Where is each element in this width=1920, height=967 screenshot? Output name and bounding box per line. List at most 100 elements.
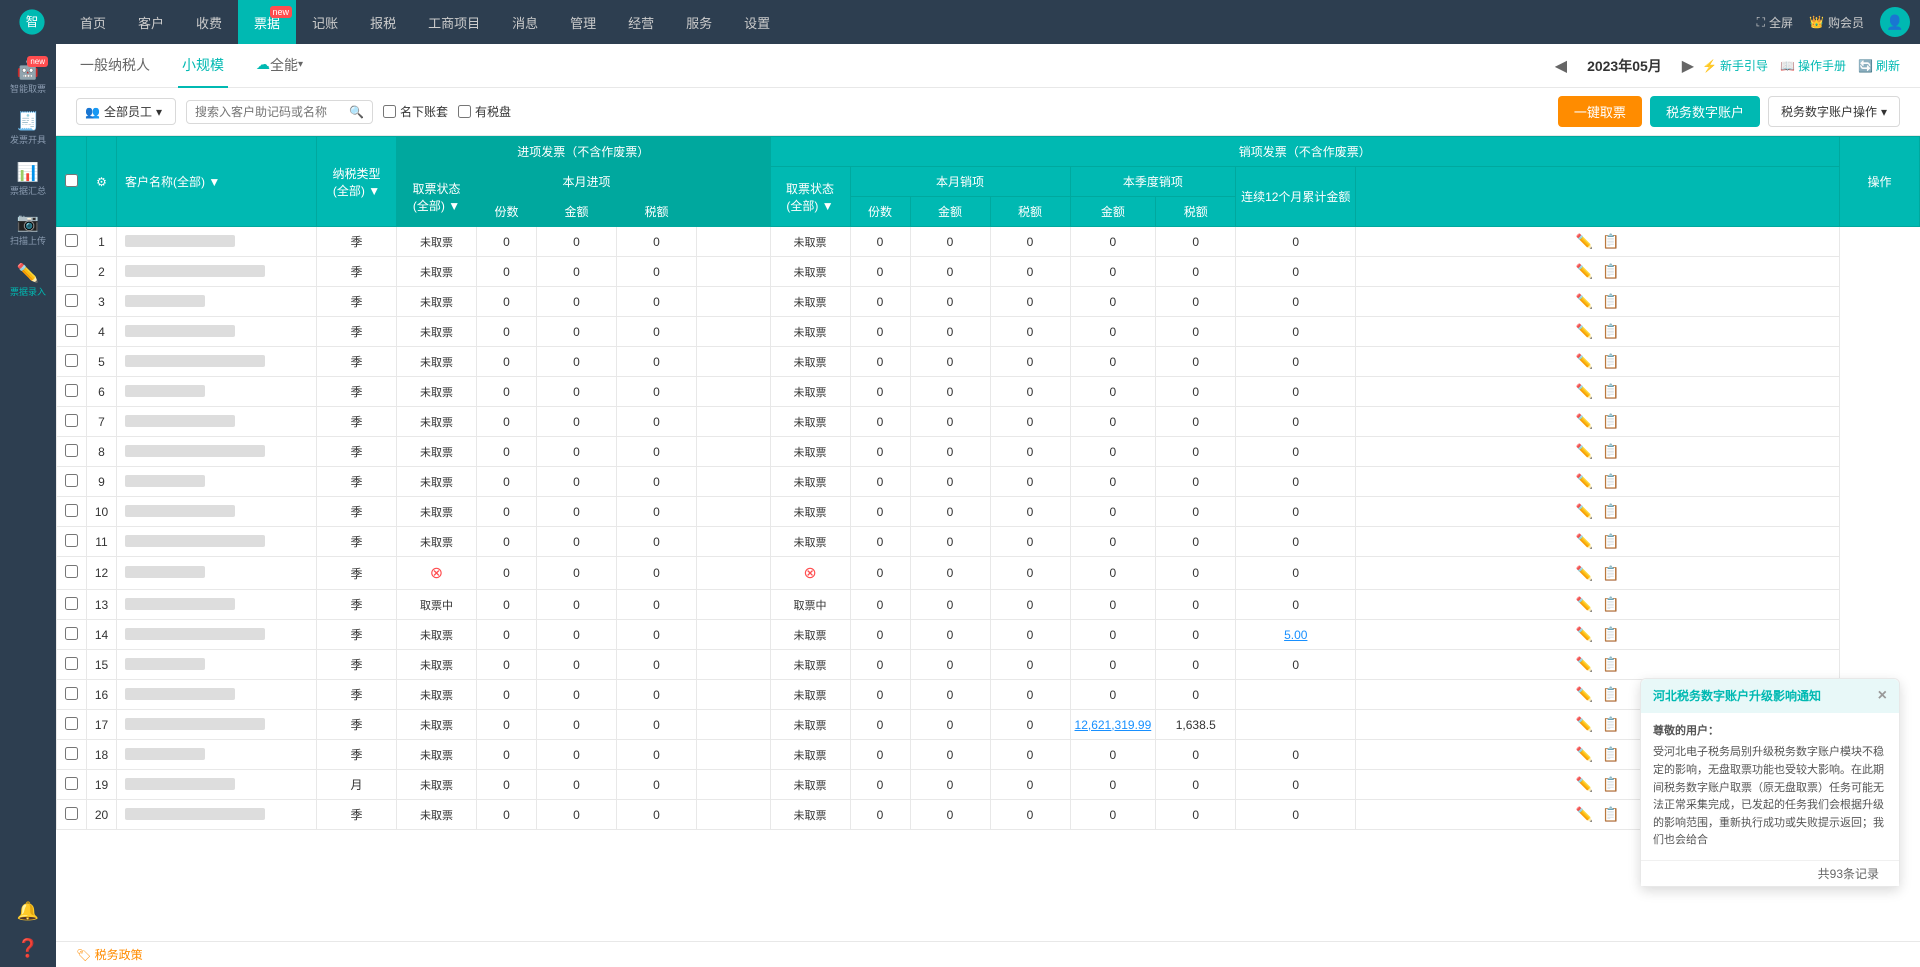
copy-icon[interactable]: 📋	[1599, 443, 1622, 459]
copy-icon[interactable]: 📋	[1599, 656, 1622, 672]
copy-icon[interactable]: 📋	[1599, 473, 1622, 489]
edit-icon[interactable]: ✏️	[1573, 626, 1596, 642]
edit-icon[interactable]: ✏️	[1573, 656, 1596, 672]
row-checkbox[interactable]	[65, 384, 78, 397]
employee-select[interactable]: 👥 全部员工 ▾	[76, 98, 176, 125]
select-all-checkbox[interactable]	[65, 174, 78, 187]
row-checkbox[interactable]	[65, 627, 78, 640]
copy-icon[interactable]: 📋	[1599, 383, 1622, 399]
tax-disk-checkbox[interactable]	[458, 105, 471, 118]
tab-small-scale[interactable]: 小规模	[178, 44, 228, 88]
copy-icon[interactable]: 📋	[1599, 716, 1622, 732]
col-out-status-header[interactable]: 取票状态(全部) ▼	[770, 167, 850, 227]
nav-invoice[interactable]: 票据new	[238, 0, 296, 44]
season-amount-link[interactable]: 12,621,319.99	[1075, 718, 1152, 732]
under-account-checkbox[interactable]	[383, 105, 396, 118]
row-checkbox[interactable]	[65, 657, 78, 670]
copy-icon[interactable]: 📋	[1599, 626, 1622, 642]
row-checkbox[interactable]	[65, 777, 78, 790]
copy-icon[interactable]: 📋	[1599, 533, 1622, 549]
sidebar-item-open-invoice[interactable]: 🧾 发票开具	[0, 103, 56, 154]
one-click-fetch-btn[interactable]: 一键取票	[1558, 96, 1642, 127]
tab-general-taxpayer[interactable]: 一般纳税人	[76, 44, 154, 88]
tax-digital-account-btn[interactable]: 税务数字账户	[1650, 96, 1760, 127]
row-checkbox[interactable]	[65, 294, 78, 307]
row-checkbox[interactable]	[65, 324, 78, 337]
year-amount-link[interactable]: 5.00	[1284, 628, 1307, 642]
sidebar-item-bottom1[interactable]: 🔔	[0, 893, 56, 930]
manual-btn[interactable]: 📖 操作手册	[1780, 57, 1846, 74]
nav-message[interactable]: 消息	[496, 0, 554, 44]
fullscreen-btn[interactable]: ⛶ 全屏	[1757, 14, 1793, 31]
copy-icon[interactable]: 📋	[1599, 776, 1622, 792]
nav-service[interactable]: 服务	[670, 0, 728, 44]
col-tax-type-header[interactable]: 纳税类型(全部) ▼	[317, 137, 397, 227]
nav-client[interactable]: 客户	[122, 0, 180, 44]
copy-icon[interactable]: 📋	[1599, 686, 1622, 702]
edit-icon[interactable]: ✏️	[1573, 473, 1596, 489]
sidebar-item-bottom2[interactable]: ❓	[0, 930, 56, 967]
edit-icon[interactable]: ✏️	[1573, 413, 1596, 429]
copy-icon[interactable]: 📋	[1599, 323, 1622, 339]
nav-home[interactable]: 首页	[64, 0, 122, 44]
new-guide-btn[interactable]: ⚡ 新手引导	[1702, 57, 1768, 74]
edit-icon[interactable]: ✏️	[1573, 686, 1596, 702]
edit-icon[interactable]: ✏️	[1573, 233, 1596, 249]
user-avatar[interactable]: 👤	[1880, 7, 1910, 37]
nav-tax[interactable]: 报税	[354, 0, 412, 44]
col-name-header[interactable]: 客户名称(全部) ▼	[117, 137, 317, 227]
row-checkbox[interactable]	[65, 264, 78, 277]
row-checkbox[interactable]	[65, 747, 78, 760]
copy-icon[interactable]: 📋	[1599, 503, 1622, 519]
nav-business[interactable]: 工商项目	[412, 0, 496, 44]
col-in-status-header[interactable]: 取票状态(全部) ▼	[397, 167, 477, 227]
edit-icon[interactable]: ✏️	[1573, 503, 1596, 519]
sidebar-item-summary[interactable]: 📊 票据汇总	[0, 154, 56, 205]
tab-all[interactable]: ☁ 全能 ▾	[252, 44, 307, 88]
row-checkbox[interactable]	[65, 597, 78, 610]
edit-icon[interactable]: ✏️	[1573, 383, 1596, 399]
nav-operation[interactable]: 经营	[612, 0, 670, 44]
edit-icon[interactable]: ✏️	[1573, 746, 1596, 762]
copy-icon[interactable]: 📋	[1599, 596, 1622, 612]
row-checkbox[interactable]	[65, 234, 78, 247]
edit-icon[interactable]: ✏️	[1573, 443, 1596, 459]
sidebar-item-scan[interactable]: 📷 扫描上传	[0, 204, 56, 255]
copy-icon[interactable]: 📋	[1599, 263, 1622, 279]
row-checkbox[interactable]	[65, 504, 78, 517]
copy-icon[interactable]: 📋	[1599, 353, 1622, 369]
copy-icon[interactable]: 📋	[1599, 565, 1622, 581]
next-month-btn[interactable]: ▶	[1674, 54, 1702, 78]
nav-manage[interactable]: 管理	[554, 0, 612, 44]
member-btn[interactable]: 👑 购会员	[1809, 14, 1864, 31]
search-input[interactable]	[195, 105, 345, 119]
sidebar-item-smart-fetch[interactable]: 🤖 智能取票 new	[0, 52, 56, 103]
nav-settings[interactable]: 设置	[728, 0, 786, 44]
edit-icon[interactable]: ✏️	[1573, 716, 1596, 732]
copy-icon[interactable]: 📋	[1599, 806, 1622, 822]
sidebar-item-entry[interactable]: ✏️ 票据录入	[0, 255, 56, 306]
prev-month-btn[interactable]: ◀	[1547, 54, 1575, 78]
edit-icon[interactable]: ✏️	[1573, 596, 1596, 612]
edit-icon[interactable]: ✏️	[1573, 323, 1596, 339]
row-checkbox[interactable]	[65, 444, 78, 457]
row-checkbox[interactable]	[65, 414, 78, 427]
edit-icon[interactable]: ✏️	[1573, 533, 1596, 549]
edit-icon[interactable]: ✏️	[1573, 293, 1596, 309]
checkbox-has-tax-disk[interactable]: 有税盘	[458, 103, 511, 120]
copy-icon[interactable]: 📋	[1599, 233, 1622, 249]
row-checkbox[interactable]	[65, 565, 78, 578]
nav-fee[interactable]: 收费	[180, 0, 238, 44]
row-checkbox[interactable]	[65, 474, 78, 487]
row-checkbox[interactable]	[65, 717, 78, 730]
nav-bookkeeping[interactable]: 记账	[296, 0, 354, 44]
copy-icon[interactable]: 📋	[1599, 293, 1622, 309]
tax-policy-link[interactable]: 🏷 税务政策	[76, 946, 143, 963]
edit-icon[interactable]: ✏️	[1573, 806, 1596, 822]
tax-digital-account-ops-btn[interactable]: 税务数字账户操作 ▾	[1768, 96, 1900, 127]
copy-icon[interactable]: 📋	[1599, 413, 1622, 429]
refresh-btn[interactable]: 🔄 刷新	[1858, 57, 1900, 74]
row-checkbox[interactable]	[65, 807, 78, 820]
popup-close-btn[interactable]: ×	[1878, 687, 1887, 705]
edit-icon[interactable]: ✏️	[1573, 565, 1596, 581]
